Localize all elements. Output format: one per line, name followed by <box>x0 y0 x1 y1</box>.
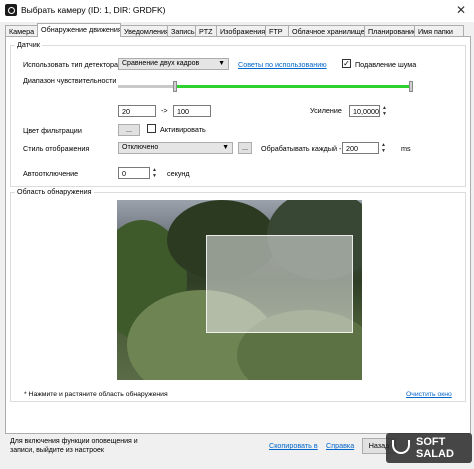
sensitivity-track-low <box>118 85 175 88</box>
chevron-down-icon: ▼ <box>222 144 229 151</box>
footer-note-line2: записи, выйдите из настроек <box>10 447 104 454</box>
softsalad-watermark: SOFT SALAD <box>386 433 472 463</box>
footer-note: Для включения функции оповещения и запис… <box>10 437 138 455</box>
range-arrow: -> <box>161 106 168 115</box>
autooff-label: Автоотключение <box>23 169 79 178</box>
detection-hint: * Нажмите и растяните область обнаружени… <box>24 391 168 398</box>
noise-suppression-label: Подавление шума <box>355 60 417 69</box>
watermark-line2: SALAD <box>416 448 454 460</box>
gain-label: Усиление <box>310 106 342 115</box>
title-bar: Выбрать камеру (ID: 1, DIR: GRDFK) ✕ <box>0 0 474 22</box>
process-every-spinner[interactable]: ▲ ▼ <box>380 142 387 154</box>
copy-to-link[interactable]: Скопировать в <box>269 441 318 450</box>
spin-down-icon[interactable]: ▼ <box>381 111 388 117</box>
autooff-input[interactable]: 0 <box>118 167 150 179</box>
sensor-group: Датчик Использовать тип детектора Сравне… <box>10 40 466 187</box>
process-every-label: Обрабатывать каждый - <box>261 144 342 153</box>
display-style-label: Стиль отображения <box>23 144 90 153</box>
detection-area-rectangle[interactable] <box>206 235 353 333</box>
settings-panel: Датчик Использовать тип детектора Сравне… <box>5 36 471 434</box>
activate-filter-checkbox[interactable] <box>147 124 156 133</box>
sensitivity-label: Диапазон чувствительности <box>23 76 117 85</box>
display-style-button[interactable]: ... <box>238 142 252 154</box>
detector-type-value: Сравнение двух кадров <box>122 60 200 67</box>
display-style-select[interactable]: Отключено ▼ <box>118 142 233 154</box>
autooff-spinner[interactable]: ▲ ▼ <box>151 167 158 179</box>
chevron-down-icon: ▼ <box>218 60 225 67</box>
footer-note-line1: Для включения функции оповещения и <box>10 438 138 445</box>
bowl-icon <box>392 440 410 454</box>
detector-type-label: Использовать тип детектора <box>23 60 119 69</box>
filter-color-button[interactable]: ... <box>118 124 140 136</box>
tab-motion-detection[interactable]: Обнаружение движения <box>37 23 121 37</box>
help-link[interactable]: Справка <box>326 441 354 450</box>
detector-type-select[interactable]: Сравнение двух кадров ▼ <box>118 58 229 70</box>
tips-link[interactable]: Советы по использованию <box>238 60 327 69</box>
watermark-line1: SOFT <box>416 436 446 448</box>
noise-suppression-checkbox[interactable]: ✓ <box>342 59 351 68</box>
sensitivity-min-handle[interactable] <box>173 81 177 92</box>
gain-input[interactable]: 10,0000 <box>349 105 380 117</box>
spin-down-icon[interactable]: ▼ <box>380 148 387 154</box>
range-from-input[interactable]: 20 <box>118 105 156 117</box>
filter-color-label: Цвет фильтрации <box>23 126 82 135</box>
spin-down-icon[interactable]: ▼ <box>151 173 158 179</box>
camera-preview[interactable] <box>117 200 362 380</box>
close-icon[interactable]: ✕ <box>453 2 469 18</box>
process-unit: ms <box>401 144 411 153</box>
sensor-group-title: Датчик <box>15 40 42 49</box>
detection-area-title: Область обнаружения <box>15 187 94 196</box>
range-to-input[interactable]: 100 <box>173 105 211 117</box>
display-style-value: Отключено <box>122 144 159 151</box>
autooff-unit: секунд <box>167 169 190 178</box>
clear-area-link[interactable]: Очистить окно <box>406 391 452 398</box>
activate-filter-label: Активировать <box>160 125 206 134</box>
sensitivity-max-handle[interactable] <box>409 81 413 92</box>
gain-spinner[interactable]: ▲ ▼ <box>381 105 388 117</box>
window-title: Выбрать камеру (ID: 1, DIR: GRDFK) <box>21 5 166 15</box>
sensitivity-range-fill <box>175 85 411 88</box>
process-every-input[interactable]: 200 <box>342 142 379 154</box>
app-icon <box>5 4 17 16</box>
